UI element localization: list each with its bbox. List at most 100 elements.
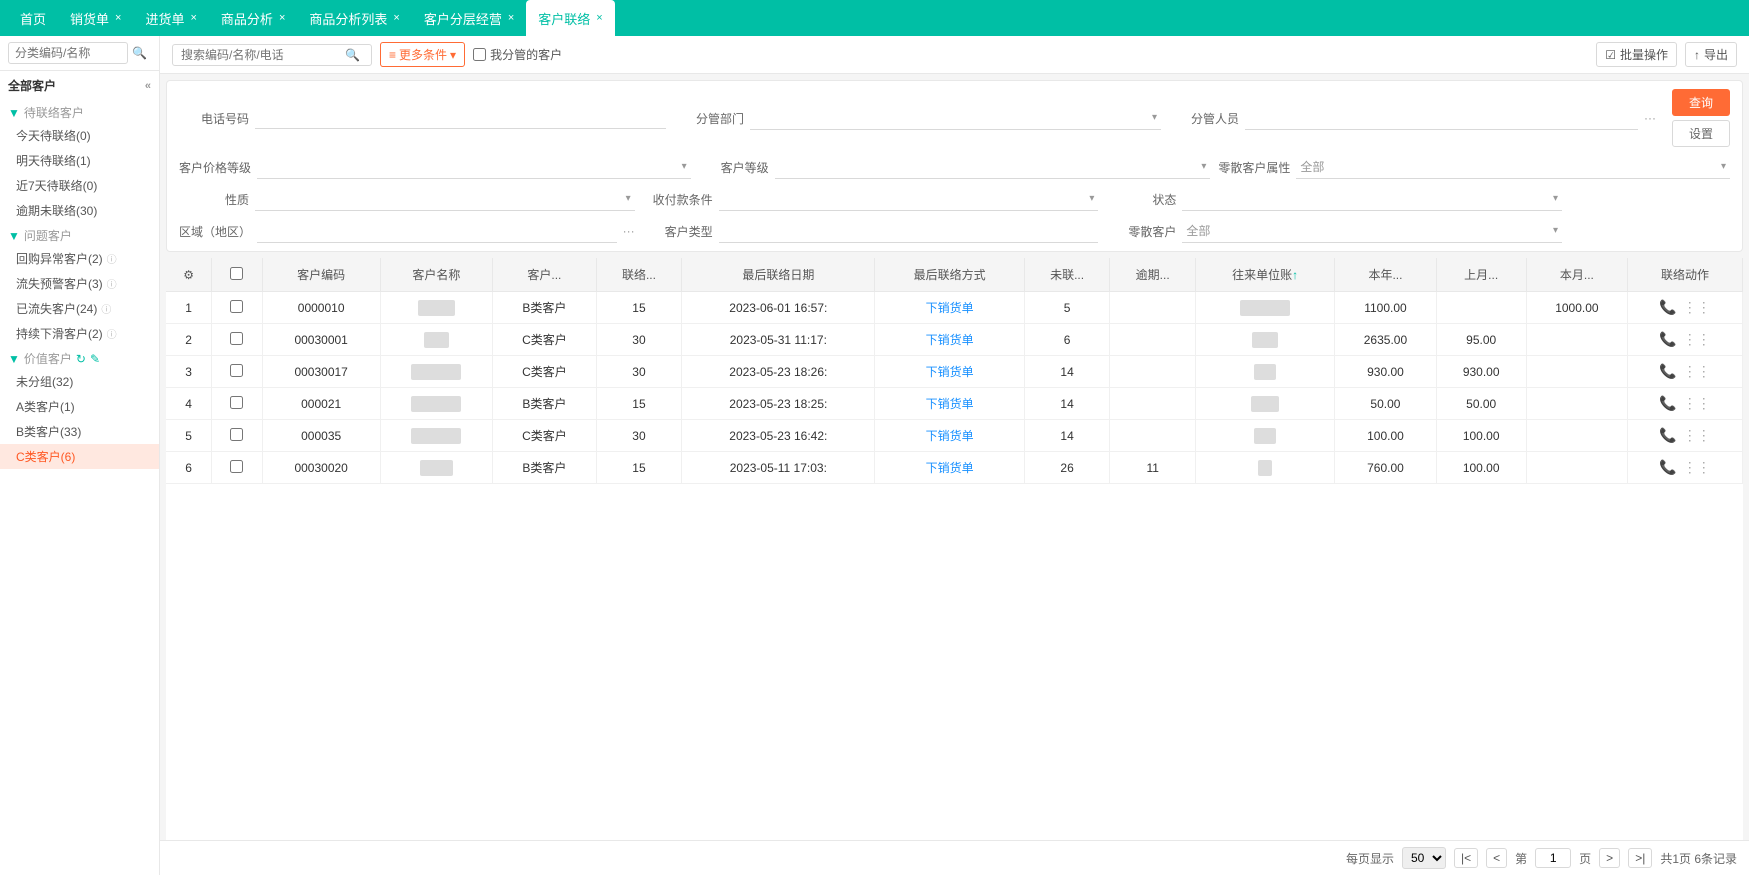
- phone-action-icon[interactable]: 📞: [1659, 459, 1676, 476]
- row-last-method[interactable]: 下销货单: [875, 420, 1024, 452]
- row-checkbox[interactable]: [212, 356, 262, 388]
- row-checkbox[interactable]: [212, 388, 262, 420]
- close-icon[interactable]: ×: [508, 12, 514, 24]
- close-icon[interactable]: ×: [393, 12, 399, 24]
- sidebar-item-class-b[interactable]: B类客户(33): [0, 419, 159, 444]
- price-select[interactable]: ▾: [257, 155, 691, 179]
- filter-dept: 分管部门 ▾: [674, 106, 1161, 130]
- sidebar-item-class-c[interactable]: C类客户(6): [0, 444, 159, 469]
- page-input[interactable]: [1535, 848, 1571, 868]
- last-method-link[interactable]: 下销货单: [926, 461, 974, 475]
- sidebar-item-declining[interactable]: 持续下滑客户(2) ⓘ: [0, 321, 159, 346]
- sidebar-item-churned[interactable]: 已流失客户(24) ⓘ: [0, 296, 159, 321]
- last-method-link[interactable]: 下销货单: [926, 301, 974, 315]
- more-action-icon[interactable]: ⋮⋮: [1683, 395, 1711, 412]
- nav-purchase[interactable]: 进货单 ×: [133, 0, 208, 36]
- nature-select[interactable]: ▾: [255, 187, 635, 211]
- nav-product-analysis[interactable]: 商品分析 ×: [209, 0, 297, 36]
- more-filter-button[interactable]: ≡ 更多条件 ▾: [380, 42, 465, 67]
- status-select[interactable]: ▾: [1182, 187, 1562, 211]
- refresh-icon[interactable]: ↻: [76, 352, 86, 366]
- row-checkbox[interactable]: [212, 292, 262, 324]
- row-last-month: 100.00: [1436, 420, 1526, 452]
- nav-product-list[interactable]: 商品分析列表 ×: [297, 0, 411, 36]
- phone-action-icon[interactable]: 📞: [1659, 363, 1676, 380]
- th-settings[interactable]: ⚙: [166, 258, 212, 292]
- filter-row-4: 区域（地区） ··· 客户类型 零散客户 全部 ▾: [179, 219, 1730, 243]
- export-button[interactable]: ↑ 导出: [1685, 42, 1737, 67]
- row-checkbox[interactable]: [212, 420, 262, 452]
- table-wrap: ⚙ 客户编码 客户名称 客户... 联络... 最后联络日期 最后联络方式 未联…: [166, 258, 1743, 840]
- nav-sales[interactable]: 销货单 ×: [58, 0, 133, 36]
- row-num: 4: [166, 388, 212, 420]
- more-action-icon[interactable]: ⋮⋮: [1683, 459, 1711, 476]
- setting-button[interactable]: 设置: [1672, 120, 1730, 147]
- phone-input[interactable]: [255, 108, 666, 129]
- prev-page-button[interactable]: <: [1486, 848, 1507, 868]
- last-method-link[interactable]: 下销货单: [926, 365, 974, 379]
- row-contact: 15: [596, 452, 682, 484]
- row-last-method[interactable]: 下销货单: [875, 388, 1024, 420]
- row-name: ██: [380, 452, 492, 484]
- close-icon[interactable]: ×: [115, 12, 121, 24]
- row-checkbox[interactable]: [212, 324, 262, 356]
- sidebar-all-customers[interactable]: 全部客户 «: [0, 71, 159, 100]
- search-input[interactable]: [181, 48, 341, 62]
- sidebar-item-ungrouped[interactable]: 未分组(32): [0, 369, 159, 394]
- sidebar-item-repurchase-abnormal[interactable]: 回购异常客户(2) ⓘ: [0, 246, 159, 271]
- person-dots[interactable]: ···: [1644, 111, 1656, 125]
- search-button-icon[interactable]: 🔍: [345, 48, 360, 62]
- phone-action-icon[interactable]: 📞: [1659, 299, 1676, 316]
- payment-select[interactable]: ▾: [719, 187, 1099, 211]
- close-icon-active[interactable]: ×: [596, 12, 602, 24]
- row-last-method[interactable]: 下销货单: [875, 292, 1024, 324]
- close-icon[interactable]: ×: [279, 12, 285, 24]
- nav-customer-segment[interactable]: 客户分层经营 ×: [412, 0, 526, 36]
- my-customers-checkbox-label[interactable]: 我分管的客户: [473, 46, 562, 63]
- sidebar-item-overdue[interactable]: 逾期未联络(30): [0, 198, 159, 223]
- first-page-button[interactable]: |<: [1454, 848, 1478, 868]
- more-action-icon[interactable]: ⋮⋮: [1683, 363, 1711, 380]
- query-button[interactable]: 查询: [1672, 89, 1730, 116]
- sidebar-item-today[interactable]: 今天待联络(0): [0, 123, 159, 148]
- row-last-method[interactable]: 下销货单: [875, 356, 1024, 388]
- last-method-link[interactable]: 下销货单: [926, 333, 974, 347]
- person-select[interactable]: [1245, 106, 1638, 130]
- sidebar-search-icon[interactable]: 🔍: [132, 46, 147, 60]
- row-checkbox[interactable]: [212, 452, 262, 484]
- close-icon[interactable]: ×: [190, 12, 196, 24]
- region-dots[interactable]: ···: [623, 224, 635, 238]
- edit-icon[interactable]: ✎: [90, 352, 100, 366]
- row-last-method[interactable]: 下销货单: [875, 324, 1024, 356]
- last-method-link[interactable]: 下销货单: [926, 397, 974, 411]
- region-select[interactable]: [257, 219, 617, 243]
- row-last-method[interactable]: 下销货单: [875, 452, 1024, 484]
- th-checkbox[interactable]: [212, 258, 262, 292]
- dept-select[interactable]: ▾: [750, 106, 1161, 130]
- last-method-link[interactable]: 下销货单: [926, 429, 974, 443]
- sidebar-item-class-a[interactable]: A类客户(1): [0, 394, 159, 419]
- last-page-button[interactable]: >|: [1628, 848, 1652, 868]
- level-select[interactable]: ▾: [775, 155, 1211, 179]
- next-page-button[interactable]: >: [1599, 848, 1620, 868]
- more-action-icon[interactable]: ⋮⋮: [1683, 427, 1711, 444]
- phone-action-icon[interactable]: 📞: [1659, 427, 1676, 444]
- retail-select[interactable]: 全部 ▾: [1296, 155, 1730, 179]
- retail2-select[interactable]: 全部 ▾: [1182, 219, 1562, 243]
- sidebar-item-tomorrow[interactable]: 明天待联络(1): [0, 148, 159, 173]
- phone-action-icon[interactable]: 📞: [1659, 395, 1676, 412]
- phone-action-icon[interactable]: 📞: [1659, 331, 1676, 348]
- sidebar-item-7days[interactable]: 近7天待联络(0): [0, 173, 159, 198]
- more-action-icon[interactable]: ⋮⋮: [1683, 299, 1711, 316]
- row-name: ████: [380, 388, 492, 420]
- nav-home[interactable]: 首页: [8, 0, 58, 36]
- sidebar-search-input[interactable]: [8, 42, 128, 64]
- type-select[interactable]: [719, 219, 1099, 243]
- my-customers-checkbox[interactable]: [473, 48, 486, 61]
- select-all-checkbox[interactable]: [230, 267, 243, 280]
- sidebar-item-churn-warning[interactable]: 流失预警客户(3) ⓘ: [0, 271, 159, 296]
- more-action-icon[interactable]: ⋮⋮: [1683, 331, 1711, 348]
- nav-customer-contact[interactable]: 客户联络 ×: [526, 0, 614, 36]
- batch-button[interactable]: ☑ 批量操作: [1596, 42, 1677, 67]
- page-size-select[interactable]: 50: [1402, 847, 1446, 869]
